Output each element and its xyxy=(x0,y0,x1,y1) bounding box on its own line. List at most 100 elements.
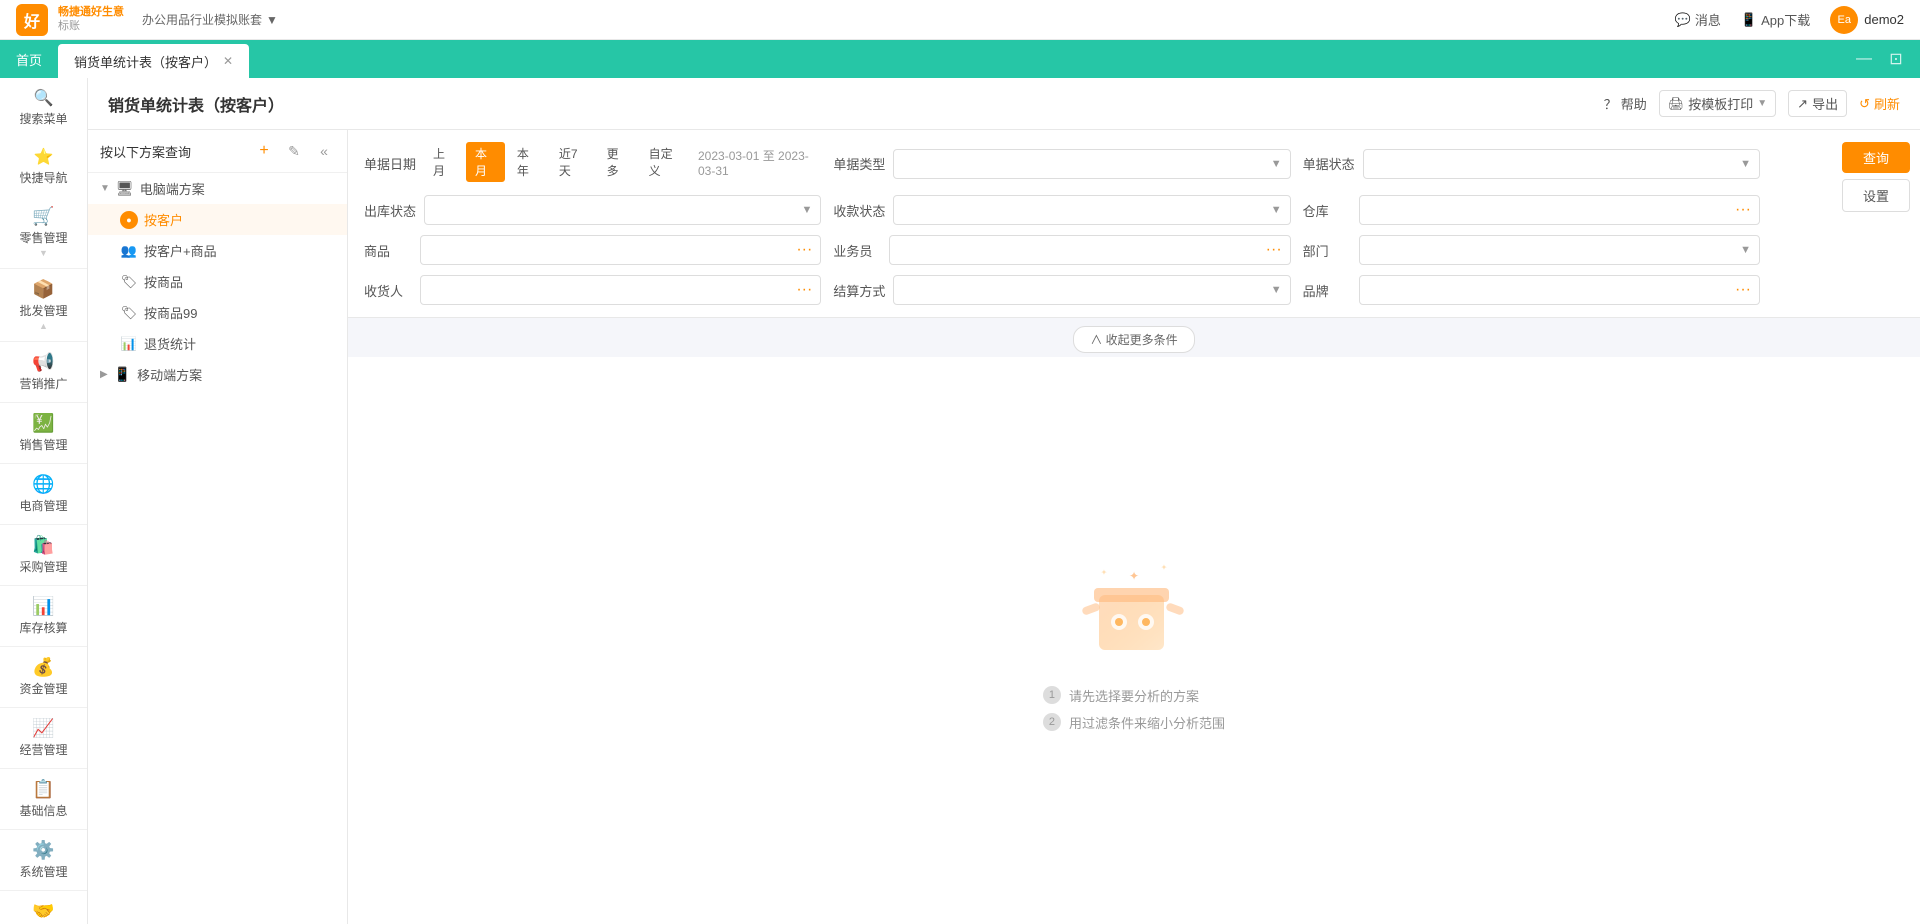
message-btn[interactable]: 💬 消息 xyxy=(1675,10,1721,29)
tip1-text: 请先选择要分析的方案 xyxy=(1069,686,1199,705)
collapse-btn[interactable]: ∧ 收起更多条件 xyxy=(1073,326,1194,353)
sidebar-item-ecom[interactable]: 🌐 电商管理 xyxy=(0,464,87,525)
doc-type-select[interactable]: ▼ xyxy=(893,149,1290,179)
tree-item-return-stat[interactable]: 📊 退货统计 xyxy=(88,328,347,359)
goods-select[interactable]: ··· xyxy=(420,235,821,265)
query-button[interactable]: 查询 xyxy=(1842,142,1910,173)
empty-tip-1: 1 请先选择要分析的方案 xyxy=(1043,686,1225,705)
system-icon: ⚙️ xyxy=(32,840,54,861)
tab-maximize-btn[interactable]: ⊡ xyxy=(1884,47,1908,71)
salesperson-label: 业务员 xyxy=(833,241,881,260)
by-goods99-label: 按商品99 xyxy=(144,303,197,322)
message-icon: 💬 xyxy=(1675,12,1691,28)
avatar: Ea xyxy=(1830,6,1858,34)
department-select[interactable]: ▼ xyxy=(1359,235,1760,265)
empty-tip-2: 2 用过滤条件来缩小分析范围 xyxy=(1043,713,1225,732)
user-area[interactable]: Ea demo2 xyxy=(1830,6,1904,34)
tree-item-by-goods[interactable]: 🏷 按商品 xyxy=(88,266,347,297)
tree-mobile-group[interactable]: ▶ 📱 移动端方案 xyxy=(88,359,347,390)
dept-arrow: ▼ xyxy=(1740,244,1751,256)
refresh-icon: ↺ xyxy=(1859,96,1870,112)
filter-receiver-cell: 收货人 ··· xyxy=(364,275,821,305)
date-btn-this-year[interactable]: 本年 xyxy=(508,142,547,182)
sidebar-item-system[interactable]: ⚙️ 系统管理 xyxy=(0,830,87,891)
department-label: 部门 xyxy=(1303,241,1351,260)
nav-dropdown[interactable]: 办公用品行业模拟账套 ▼ xyxy=(134,11,286,28)
tree-item-by-customer[interactable]: ● 按客户 xyxy=(88,204,347,235)
main-layout: 🔍 搜索菜单 ⭐ 快捷导航 🛒 零售管理 ▼ 📦 批发管理 ▲ 📢 营销推广 💹… xyxy=(0,78,1920,924)
tree-desktop-group[interactable]: ▼ 🖥 电脑端方案 xyxy=(88,173,347,204)
help-btn[interactable]: ？ 帮助 xyxy=(1604,94,1647,113)
brand-label: 品牌 xyxy=(1303,281,1351,300)
receipt-status-select[interactable]: ▼ xyxy=(893,195,1290,225)
doc-status-select[interactable]: ▼ xyxy=(1363,149,1760,179)
edit-scheme-btn[interactable]: ✎ xyxy=(283,140,305,162)
inventory-icon: 📊 xyxy=(32,596,54,617)
by-customer-label: 按客户 xyxy=(144,210,183,229)
by-goods-label: 按商品 xyxy=(144,272,183,291)
tab-sales-stat[interactable]: 销货单统计表（按客户） ✕ xyxy=(58,44,249,78)
salesperson-dots: ··· xyxy=(1266,241,1282,259)
date-btn-custom[interactable]: 自定义 xyxy=(640,142,689,182)
brand-select[interactable]: ··· xyxy=(1359,275,1760,305)
collapse-label: ∧ 收起更多条件 xyxy=(1090,331,1177,348)
left-panel-header: 按以下方案查询 + ✎ « xyxy=(88,130,347,173)
content-area: 销货单统计表（按客户） ？ 帮助 🖨 按模板打印 ▼ ↗ 导出 ↺ 刷新 xyxy=(88,78,1920,924)
sidebar-item-label: 营销推广 xyxy=(19,375,67,392)
body-layout: 按以下方案查询 + ✎ « ▼ 🖥 电脑端方案 ● 按客户 xyxy=(88,130,1920,924)
sidebar-item-operations[interactable]: 📈 经营管理 xyxy=(0,708,87,769)
print-icon: 🖨 xyxy=(1668,96,1685,112)
svg-text:✦: ✦ xyxy=(1101,568,1108,577)
settings-button[interactable]: 设置 xyxy=(1842,179,1910,212)
tab-close-icon[interactable]: ✕ xyxy=(223,54,233,68)
left-panel-title: 按以下方案查询 xyxy=(100,142,191,161)
app-download-btn[interactable]: 📱 App下载 xyxy=(1741,10,1810,29)
refresh-btn[interactable]: ↺ 刷新 xyxy=(1859,94,1900,113)
sidebar-item-retail[interactable]: 🛒 零售管理 ▼ xyxy=(0,196,87,269)
add-scheme-btn[interactable]: + xyxy=(253,140,275,162)
sidebar-quick-nav[interactable]: ⭐ 快捷导航 xyxy=(0,137,87,196)
template-print-btn[interactable]: 🖨 按模板打印 ▼ xyxy=(1659,90,1776,117)
tab-sales-stat-label: 销货单统计表（按客户） xyxy=(74,52,217,71)
date-filter-control: 上月 本月 本年 近7天 更多 自定义 2023-03-01 至 2023-03… xyxy=(424,142,821,185)
sidebar-item-finance[interactable]: 💰 资金管理 xyxy=(0,647,87,708)
date-btn-7days[interactable]: 近7天 xyxy=(550,142,595,182)
payment-select[interactable]: ▼ xyxy=(893,275,1290,305)
export-btn[interactable]: ↗ 导出 xyxy=(1788,90,1847,117)
filter-receipt-status-cell: 收款状态 ▼ xyxy=(833,195,1290,225)
by-goods-icon: 🏷 xyxy=(120,274,138,290)
sidebar-search[interactable]: 🔍 搜索菜单 xyxy=(0,78,87,137)
date-btn-more[interactable]: 更多 xyxy=(598,142,637,182)
sidebar-item-sales[interactable]: 💹 销售管理 xyxy=(0,403,87,464)
folder-icon: 🖥 xyxy=(116,180,134,197)
filter-out-status-cell: 出库状态 ▼ xyxy=(364,195,821,225)
out-status-select[interactable]: ▼ xyxy=(424,195,821,225)
doc-status-label: 单据状态 xyxy=(1303,154,1355,173)
tab-minimize-btn[interactable]: — xyxy=(1852,47,1876,71)
filter-payment-cell: 结算方式 ▼ xyxy=(833,275,1290,305)
goods-dots: ··· xyxy=(796,241,812,259)
tree-mobile-label: 移动端方案 xyxy=(137,365,202,384)
salesperson-select[interactable]: ··· xyxy=(889,235,1290,265)
tab-home[interactable]: 首页 xyxy=(0,40,58,78)
sidebar-item-basic[interactable]: 📋 基础信息 xyxy=(0,769,87,830)
tab-home-label: 首页 xyxy=(16,50,42,69)
receiver-select[interactable]: ··· xyxy=(420,275,821,305)
sidebar-item-purchase[interactable]: 🛍️ 采购管理 xyxy=(0,525,87,586)
sidebar-item-enterprise[interactable]: 🤝 企业协同 xyxy=(0,891,87,924)
basic-icon: 📋 xyxy=(32,779,54,800)
sidebar-item-inventory[interactable]: 📊 库存核算 xyxy=(0,586,87,647)
sidebar-item-wholesale[interactable]: 📦 批发管理 ▲ xyxy=(0,269,87,342)
filter-row-2: 出库状态 ▼ 收款状态 ▼ xyxy=(364,195,1840,225)
date-btn-this-month[interactable]: 本月 xyxy=(466,142,505,182)
warehouse-select[interactable]: ··· xyxy=(1359,195,1760,225)
tree-item-by-customer-goods[interactable]: 👥 按客户+商品 xyxy=(88,235,347,266)
tab-bar-actions: — ⊡ xyxy=(1852,47,1920,71)
app-name: 畅捷通好生意 xyxy=(58,6,124,19)
collapse-panel-btn[interactable]: « xyxy=(313,140,335,162)
tree-item-by-goods99[interactable]: 🏷 按商品99 xyxy=(88,297,347,328)
sidebar-item-label: 经营管理 xyxy=(19,741,67,758)
empty-state: ✦ ✦ ✦ 1 请先选择要分析的方案 2 用过滤条件来缩小分析范围 xyxy=(348,357,1920,924)
date-btn-last-month[interactable]: 上月 xyxy=(424,142,463,182)
sidebar-item-marketing[interactable]: 📢 营销推广 xyxy=(0,342,87,403)
